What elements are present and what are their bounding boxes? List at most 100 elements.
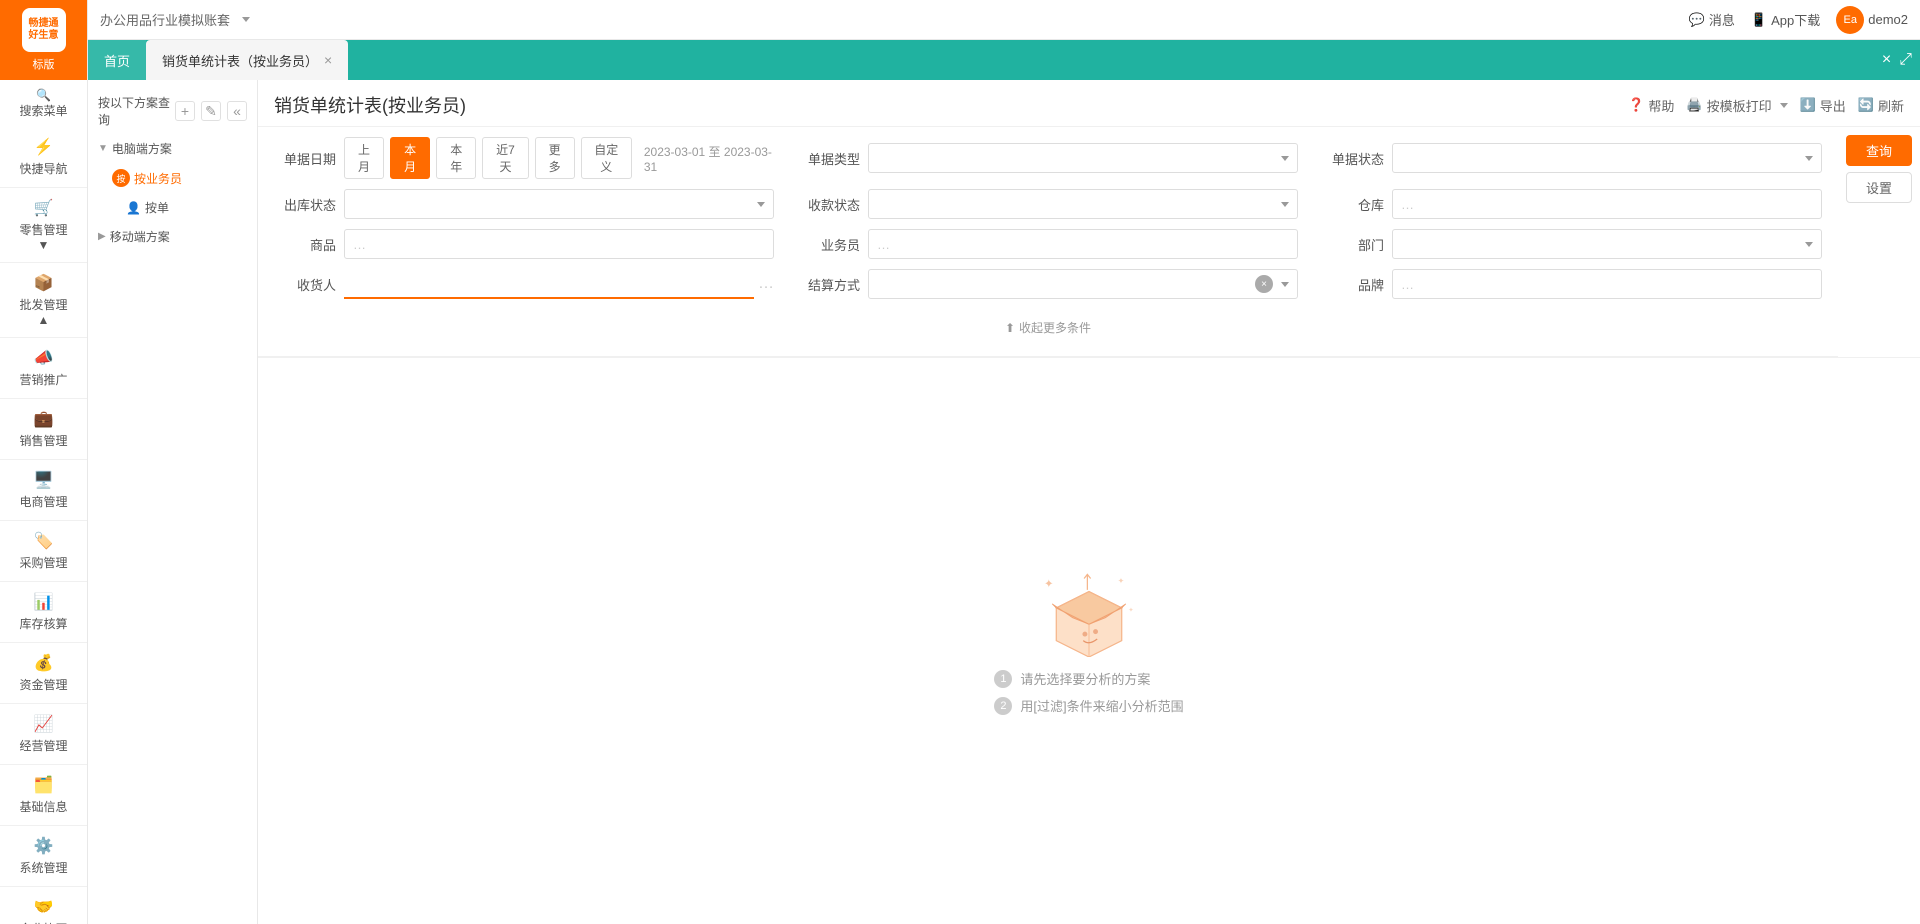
avatar: Ea xyxy=(1836,6,1864,34)
brand-select[interactable]: … xyxy=(1392,269,1822,299)
main-area: 办公用品行业模拟账套 💬 消息 📱 App下载 Ea demo2 首页 xyxy=(88,0,1920,924)
salesperson-cell: … xyxy=(868,229,1298,259)
sidebar-search-label: 搜索菜单 xyxy=(19,102,67,119)
tree-mobile-expand-icon: ▶ xyxy=(98,231,106,242)
messages-btn[interactable]: 💬 消息 xyxy=(1689,10,1735,29)
tree-mobile-label: 移动端方案 xyxy=(110,228,170,245)
payment-select[interactable]: × xyxy=(868,269,1298,299)
expand-icon: ▼ xyxy=(38,238,50,252)
sidebar: 畅捷通好生意 标版 🔍 搜索菜单 ⚡ 快捷导航 🛒 零售管理 ▼ 📦 批发管理 … xyxy=(0,0,88,924)
brand-cell: … xyxy=(1392,269,1822,299)
content: 按以下方案查询 + ✎ « ▼ 电脑端方案 xyxy=(88,80,1920,924)
tree-mobile-parent[interactable]: ▶ 移动端方案 xyxy=(88,222,257,251)
consignee-input[interactable] xyxy=(344,269,754,299)
page-title: 销货单统计表(按业务员) xyxy=(274,92,466,118)
tab-active-label: 销货单统计表（按业务员） xyxy=(162,51,318,70)
date-btn-thismonth[interactable]: 本月 xyxy=(390,137,430,179)
export-btn[interactable]: ⬇️ 导出 xyxy=(1800,96,1846,115)
user-profile[interactable]: Ea demo2 xyxy=(1836,6,1908,34)
sidebar-item-ecommerce[interactable]: 🖥️ 电商管理 xyxy=(0,460,87,521)
tab-active[interactable]: 销货单统计表（按业务员） × xyxy=(146,40,348,80)
marketing-icon: 📣 xyxy=(34,348,54,368)
tree-section-desktop: ▼ 电脑端方案 按 按业务员 👤 按单 xyxy=(88,134,257,222)
sidebar-item-system[interactable]: ⚙️ 系统管理 xyxy=(0,826,87,887)
sidebar-item-marketing[interactable]: 📣 营销推广 xyxy=(0,338,87,399)
right-panel: 销货单统计表(按业务员) ❓ 帮助 🖨️ 按模板打印 ⬇️ 导出 xyxy=(258,80,1920,924)
sidebar-item-retail[interactable]: 🛒 零售管理 ▼ xyxy=(0,188,87,263)
warehouse-select[interactable]: … xyxy=(1392,189,1822,219)
svg-text:✦: ✦ xyxy=(1044,578,1054,590)
docstatus-cell xyxy=(1392,143,1822,173)
date-btn-thisyear[interactable]: 本年 xyxy=(436,137,476,179)
payment-clear-btn[interactable]: × xyxy=(1255,275,1273,293)
tree-desktop-parent[interactable]: ▼ 电脑端方案 xyxy=(88,134,257,163)
edit-scheme-btn[interactable]: ✎ xyxy=(201,101,221,121)
consignee-cell: … xyxy=(344,269,774,299)
filter-row-1: 单据日期 上月 本月 本年 近7天 更多 自定义 2023-03-01 至 20… xyxy=(274,137,1822,179)
app-download-btn[interactable]: 📱 App下载 xyxy=(1751,10,1820,29)
warehouse-label: 仓库 xyxy=(1322,195,1392,214)
docstatus-select[interactable] xyxy=(1392,143,1822,173)
print-icon: 🖨️ xyxy=(1686,97,1702,113)
tree-grandchild-byorder[interactable]: 👤 按单 xyxy=(88,193,257,222)
sidebar-item-ops[interactable]: 📈 经营管理 xyxy=(0,704,87,765)
left-panel-title: 按以下方案查询 xyxy=(98,94,175,128)
sidebar-item-wholesale[interactable]: 📦 批发管理 ▲ xyxy=(0,263,87,338)
sidebar-system-label: 系统管理 xyxy=(19,859,67,876)
sidebar-item-enterprise[interactable]: 🤝 企业协同 xyxy=(0,887,87,924)
inventory-icon: 📊 xyxy=(34,592,54,612)
consignee-dots[interactable]: … xyxy=(758,275,774,293)
sidebar-item-inventory[interactable]: 📊 库存核算 xyxy=(0,582,87,643)
topbar: 办公用品行业模拟账套 💬 消息 📱 App下载 Ea demo2 xyxy=(88,0,1920,40)
page-header-actions: ❓ 帮助 🖨️ 按模板打印 ⬇️ 导出 🔄 刷新 xyxy=(1628,96,1904,115)
dept-select[interactable] xyxy=(1392,229,1822,259)
sidebar-item-purchase[interactable]: 🏷️ 采购管理 xyxy=(0,521,87,582)
tree-child-salesperson[interactable]: 按 按业务员 xyxy=(88,163,257,193)
date-btn-custom[interactable]: 自定义 xyxy=(581,137,632,179)
date-btn-more[interactable]: 更多 xyxy=(535,137,575,179)
sidebar-item-finance[interactable]: 💰 资金管理 xyxy=(0,643,87,704)
tab-close-btn[interactable]: × xyxy=(324,52,332,68)
query-btn[interactable]: 查询 xyxy=(1846,135,1912,166)
sidebar-item-sales[interactable]: 💼 销售管理 xyxy=(0,399,87,460)
doctype-select[interactable] xyxy=(868,143,1298,173)
left-panel-actions: + ✎ « xyxy=(175,101,247,121)
salesperson-select[interactable]: … xyxy=(868,229,1298,259)
collapse-panel-btn[interactable]: « xyxy=(227,101,247,121)
print-btn[interactable]: 🖨️ 按模板打印 xyxy=(1686,96,1787,115)
empty-state: ✦ ✦ ✦ 1 请先选择要分析的方案 2 用[过滤]条件来缩小分析 xyxy=(994,567,1183,715)
date-btn-lastmonth[interactable]: 上月 xyxy=(344,137,384,179)
date-group: 上月 本月 本年 近7天 更多 自定义 2023-03-01 至 2023-03… xyxy=(344,137,774,179)
sidebar-item-quicknav[interactable]: ⚡ 快捷导航 xyxy=(0,127,87,188)
receipt-label: 收款状态 xyxy=(798,195,868,214)
brand-label: 品牌 xyxy=(1322,275,1392,294)
sidebar-item-search[interactable]: 🔍 搜索菜单 xyxy=(0,80,87,127)
filter-row-4: 收货人 … 结算方式 × xyxy=(274,269,1822,299)
window-expand-btn[interactable]: ⤢ xyxy=(1899,51,1912,69)
sidebar-sales-label: 销售管理 xyxy=(19,432,67,449)
tree-salesperson-label: 按业务员 xyxy=(134,170,182,187)
date-btn-7days[interactable]: 近7天 xyxy=(482,137,528,179)
refresh-btn[interactable]: 🔄 刷新 xyxy=(1858,96,1904,115)
receipt-select[interactable] xyxy=(868,189,1298,219)
tree-expand-icon: ▼ xyxy=(98,143,108,154)
collapse-label: 收起更多条件 xyxy=(1019,319,1091,336)
refresh-icon: 🔄 xyxy=(1858,97,1874,113)
sidebar-inventory-label: 库存核算 xyxy=(19,615,67,632)
tab-home[interactable]: 首页 xyxy=(88,40,146,80)
sidebar-enterprise-label: 企业协同 xyxy=(19,920,67,924)
collapse-row: ⬆ 收起更多条件 xyxy=(274,309,1822,346)
help-btn[interactable]: ❓ 帮助 xyxy=(1628,96,1674,115)
window-close-btn[interactable]: × xyxy=(1882,51,1891,69)
collapse-btn[interactable]: ⬆ 收起更多条件 xyxy=(274,315,1822,340)
sidebar-marketing-label: 营销推广 xyxy=(19,371,67,388)
sidebar-ecommerce-label: 电商管理 xyxy=(19,493,67,510)
quicknav-icon: ⚡ xyxy=(34,137,54,157)
topbar-dropdown-icon[interactable] xyxy=(242,17,250,22)
sidebar-item-basic[interactable]: 🗂️ 基础信息 xyxy=(0,765,87,826)
add-scheme-btn[interactable]: + xyxy=(175,101,195,121)
goods-select[interactable]: … xyxy=(344,229,774,259)
tabbar-actions: × ⤢ xyxy=(1882,51,1920,69)
stockout-select[interactable] xyxy=(344,189,774,219)
settings-btn[interactable]: 设置 xyxy=(1846,172,1912,203)
